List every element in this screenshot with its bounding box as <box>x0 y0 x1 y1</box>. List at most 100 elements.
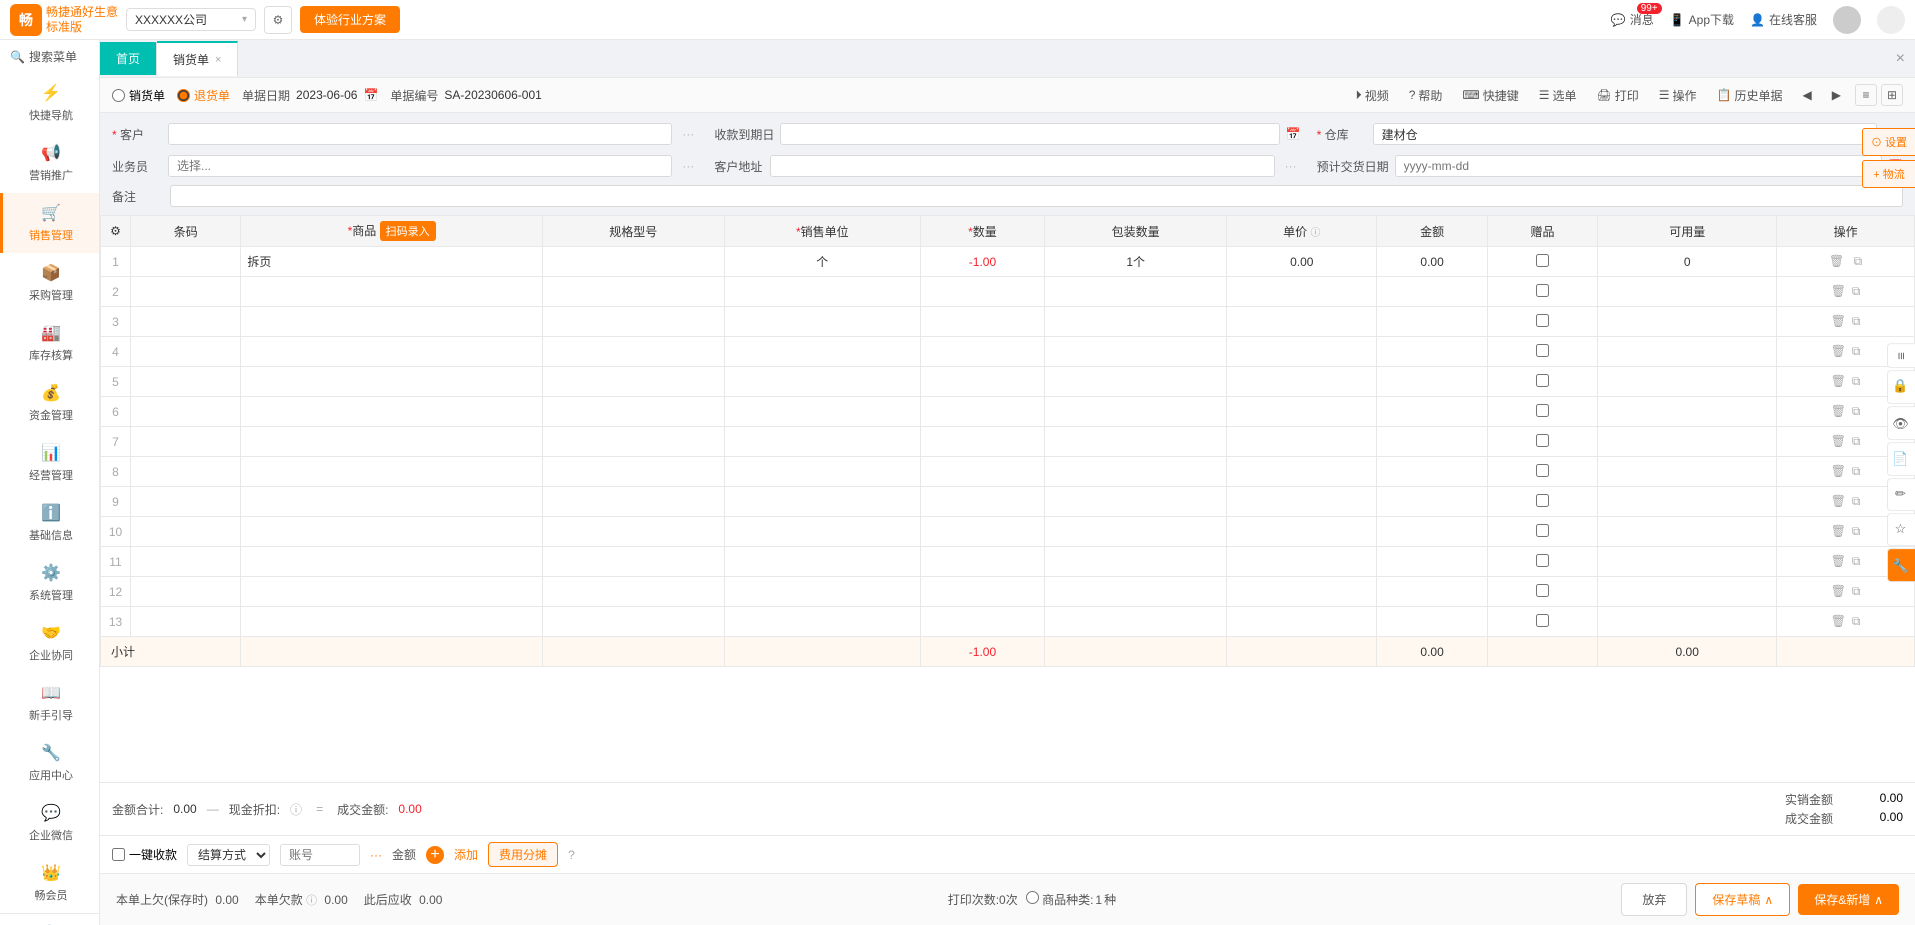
logistics-right-btn[interactable]: + 物流 <box>1862 160 1915 188</box>
shortcut-btn[interactable]: ⌨ 快捷键 <box>1456 85 1524 106</box>
abandon-button[interactable]: 放弃 <box>1621 883 1687 916</box>
row-unit[interactable]: 个 <box>724 247 920 277</box>
due-date-input[interactable] <box>780 123 1279 145</box>
row-copy-icon[interactable]: ⧉ <box>1852 554 1861 568</box>
row-pkg-qty[interactable]: 1个 <box>1045 247 1227 277</box>
row-delete-icon[interactable]: 🗑 <box>1831 494 1846 508</box>
float-list-btn[interactable]: ≡ <box>1887 343 1915 369</box>
close-tab-icon[interactable]: × <box>215 54 221 66</box>
next-btn[interactable]: ▶ <box>1826 86 1847 104</box>
close-main-icon[interactable]: × <box>1896 50 1915 68</box>
online-service-button[interactable]: 👤 在线客服 <box>1750 11 1817 28</box>
one-click-checkbox[interactable]: 一键收款 <box>112 846 177 863</box>
operation-btn[interactable]: ☰ 操作 <box>1653 85 1703 106</box>
sidebar-item-quick-nav[interactable]: ⚡ 快捷导航 <box>0 73 99 133</box>
due-date-calendar-icon[interactable]: 📅 <box>1286 127 1301 141</box>
list-view-btn[interactable]: ≡ <box>1855 84 1877 106</box>
row-copy-icon[interactable]: ⧉ <box>1852 524 1861 538</box>
select-btn[interactable]: ☰ 选单 <box>1533 85 1583 106</box>
row-gift[interactable] <box>1487 247 1597 277</box>
video-btn[interactable]: ⏵ 视频 <box>1350 85 1395 106</box>
float-eye-btn[interactable]: 👁 <box>1887 406 1915 441</box>
customer-addr-more-icon[interactable]: ··· <box>1281 159 1301 173</box>
sidebar-item-system[interactable]: ⚙️ 系统管理 <box>0 553 99 613</box>
trial-button[interactable]: 体验行业方案 <box>300 6 400 33</box>
account-input[interactable] <box>280 844 360 866</box>
settings-right-btn[interactable]: ⊙ 设置 <box>1862 128 1915 156</box>
row-barcode[interactable] <box>131 247 241 277</box>
row-product[interactable]: 拆页 <box>241 247 542 277</box>
more-dots[interactable]: ··· <box>370 848 382 862</box>
price-info-icon[interactable]: ⓘ <box>1310 228 1320 239</box>
calendar-icon[interactable]: 📅 <box>363 88 378 102</box>
row-delete-icon[interactable]: 🗑 <box>1831 344 1846 358</box>
row-copy-icon[interactable]: ⧉ <box>1852 434 1861 448</box>
row-delete-icon[interactable]: 🗑 <box>1831 584 1846 598</box>
payment-method-select[interactable]: 结算方式 <box>187 844 270 866</box>
row-copy-icon[interactable]: ⧉ <box>1852 584 1861 598</box>
fee-split-btn[interactable]: 费用分摊 <box>488 842 558 867</box>
float-edit-btn[interactable]: ✏ <box>1887 478 1915 511</box>
sidebar-item-guide[interactable]: 📖 新手引导 <box>0 673 99 733</box>
save-draft-button[interactable]: 保存草稿 ∧ <box>1695 883 1790 916</box>
scan-button[interactable]: 扫码录入 <box>380 221 436 241</box>
fee-help-icon[interactable]: ? <box>568 848 575 862</box>
row-qty[interactable]: -1.00 <box>920 247 1044 277</box>
sidebar-item-apps[interactable]: 🔧 应用中心 <box>0 733 99 793</box>
row-delete-icon[interactable]: 🗑 <box>1831 524 1846 538</box>
row-copy-icon[interactable]: ⧉ <box>1852 494 1861 508</box>
salesman-more-icon[interactable]: ··· <box>678 159 698 173</box>
float-orange-btn[interactable]: 🔧 <box>1887 548 1915 582</box>
row-delete-icon[interactable]: 🗑 <box>1831 614 1846 628</box>
row-delete-icon[interactable]: 🗑 <box>1831 464 1846 478</box>
customer-more-icon[interactable]: ··· <box>678 127 698 141</box>
discount-info-icon[interactable]: ⓘ <box>290 801 302 818</box>
salesman-input[interactable] <box>168 155 672 177</box>
row-delete-icon[interactable]: 🗑 <box>1831 404 1846 418</box>
save-new-button[interactable]: 保存&新增 ∧ <box>1798 884 1899 915</box>
customer-input[interactable] <box>168 123 672 145</box>
row-copy-icon[interactable]: ⧉ <box>1852 344 1861 358</box>
tab-home[interactable]: 首页 <box>100 42 157 75</box>
float-doc-btn[interactable]: 📄 <box>1887 443 1915 477</box>
row-amount[interactable]: 0.00 <box>1377 247 1487 277</box>
float-lock-btn[interactable]: 🔒 <box>1887 370 1915 404</box>
sidebar-item-sales[interactable]: 🛒 销售管理 <box>0 193 99 253</box>
sidebar-item-collab[interactable]: 🤝 企业协同 <box>0 613 99 673</box>
prev-btn[interactable]: ◀ <box>1797 86 1818 104</box>
row-copy-icon[interactable]: ⧉ <box>1852 464 1861 478</box>
row-spec[interactable] <box>542 247 724 277</box>
customer-addr-input[interactable] <box>770 155 1274 177</box>
row-delete-icon[interactable]: 🗑 <box>1831 284 1846 298</box>
row-copy-icon[interactable]: ⧉ <box>1854 254 1863 268</box>
row-price[interactable]: 0.00 <box>1227 247 1377 277</box>
est-delivery-input[interactable] <box>1395 155 1882 177</box>
sidebar-item-basics[interactable]: ℹ️ 基础信息 <box>0 493 99 553</box>
warehouse-input[interactable] <box>1373 123 1877 145</box>
grid-view-btn[interactable]: ⊞ <box>1881 84 1903 106</box>
sidebar-item-finance[interactable]: 💰 资金管理 <box>0 373 99 433</box>
float-star-btn[interactable]: ☆ <box>1887 513 1915 546</box>
company-select[interactable]: XXXXXX公司 ▾ <box>126 8 256 31</box>
print-btn[interactable]: 🖨 打印 <box>1591 85 1645 106</box>
message-button[interactable]: 💬 消息 99+ <box>1611 11 1654 28</box>
row-delete-icon[interactable]: 🗑 <box>1831 374 1846 388</box>
settings-button[interactable]: ⚙ <box>264 6 292 34</box>
sidebar-item-marketing[interactable]: 📢 营销推广 <box>0 133 99 193</box>
app-download-button[interactable]: 📱 App下载 <box>1670 11 1734 28</box>
help-btn[interactable]: ? 帮助 <box>1403 85 1449 106</box>
sidebar-item-wechat[interactable]: 💬 企业微信 <box>0 793 99 853</box>
radio-return[interactable]: 退货单 <box>177 87 230 104</box>
lack-info-icon[interactable]: ⓘ <box>306 895 317 907</box>
tab-sales-order[interactable]: 销货单 × <box>157 41 238 76</box>
notes-input[interactable] <box>170 185 1903 207</box>
row-copy-icon[interactable]: ⧉ <box>1852 404 1861 418</box>
radio-sales[interactable]: 销货单 <box>112 87 165 104</box>
add-button[interactable]: + <box>426 846 444 864</box>
row-delete-icon[interactable]: 🗑 <box>1829 254 1844 268</box>
sidebar-item-inventory[interactable]: 🏭 库存核算 <box>0 313 99 373</box>
row-copy-icon[interactable]: ⧉ <box>1852 284 1861 298</box>
sidebar-item-member[interactable]: 👑 畅会员 <box>0 853 99 913</box>
sidebar-item-purchase[interactable]: 📦 采购管理 <box>0 253 99 313</box>
sidebar-item-operations[interactable]: 📊 经营管理 <box>0 433 99 493</box>
